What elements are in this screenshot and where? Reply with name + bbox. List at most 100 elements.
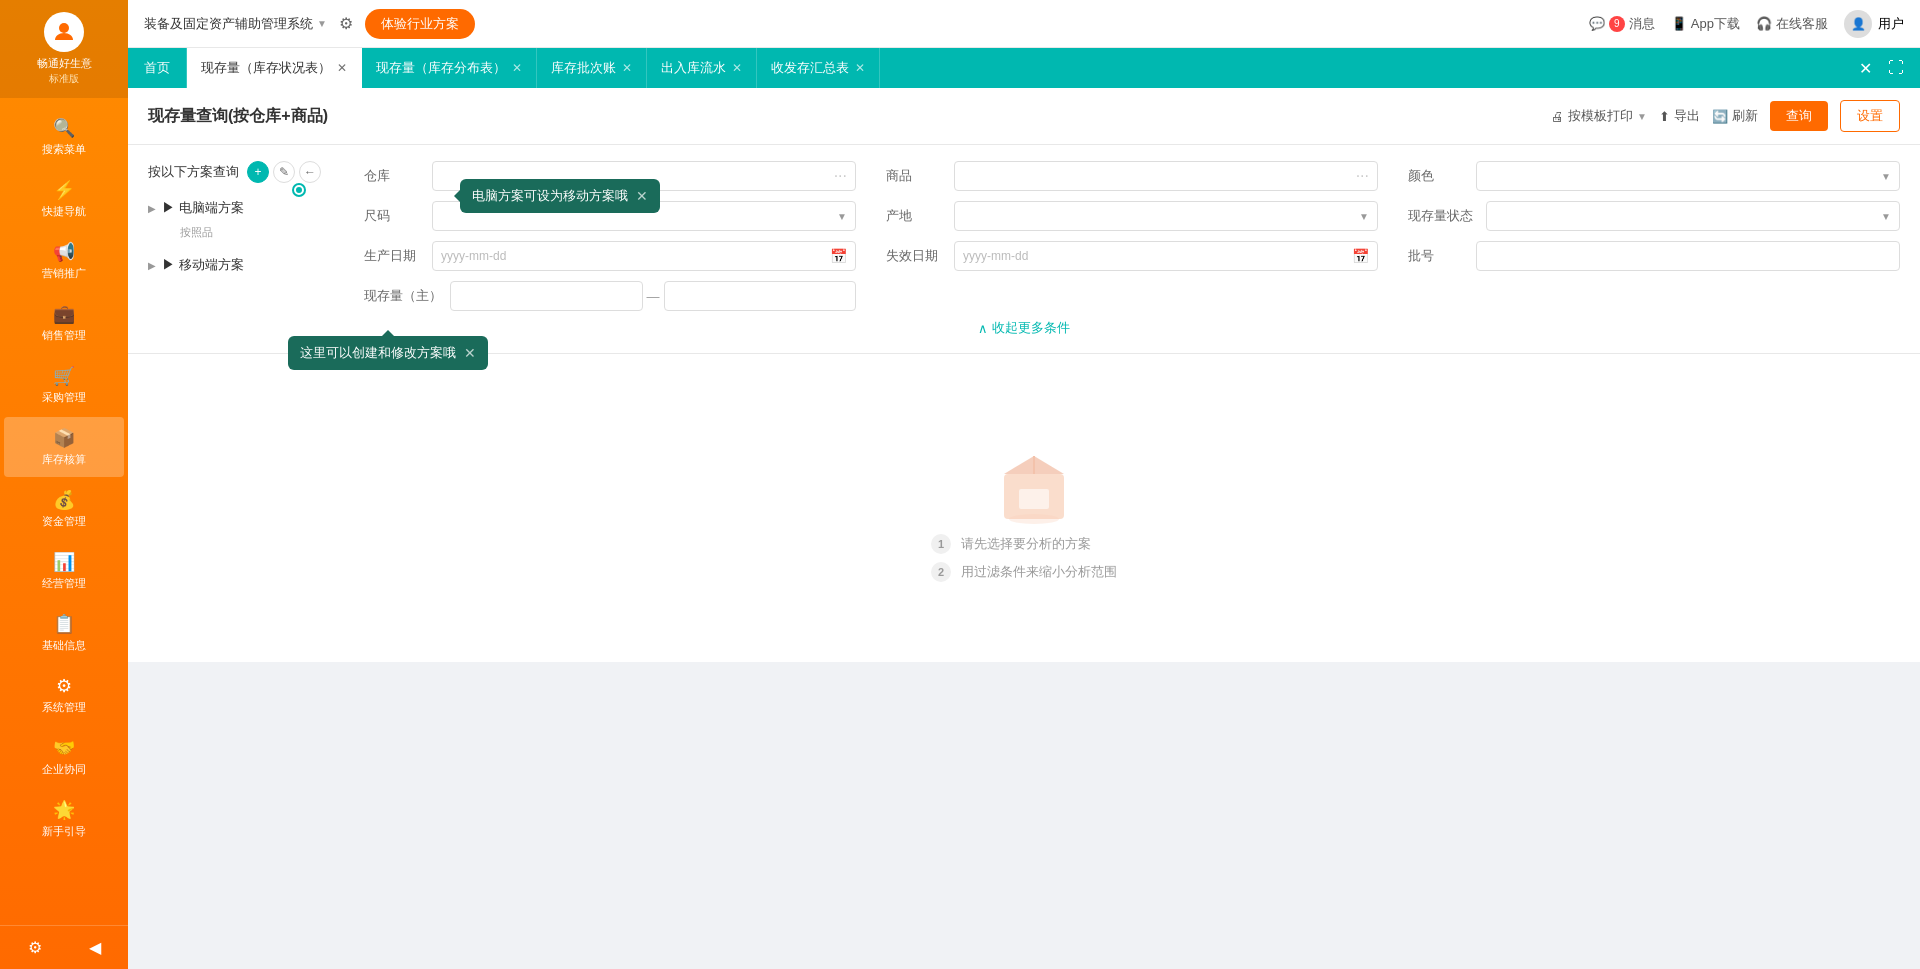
- collapse-sidebar-btn[interactable]: ◀: [85, 934, 105, 961]
- sidebar-item-search[interactable]: 🔍 搜索菜单: [4, 107, 124, 167]
- stock-state-select[interactable]: ▼: [1486, 201, 1900, 231]
- step-number-1: 1: [931, 534, 951, 554]
- print-icon: 🖨: [1551, 109, 1564, 124]
- dots-icon: ···: [834, 167, 847, 185]
- sidebar-item-marketing[interactable]: 📢 营销推广: [4, 231, 124, 291]
- tab-close-icon[interactable]: ✕: [732, 61, 742, 75]
- sidebar-item-operations[interactable]: 📊 经营管理: [4, 541, 124, 601]
- avatar-icon: 👤: [1851, 17, 1866, 31]
- message-item[interactable]: 💬 9 消息: [1589, 15, 1655, 33]
- search-icon: 🔍: [53, 117, 75, 139]
- svg-rect-3: [1019, 489, 1049, 509]
- sidebar-item-finance[interactable]: 💰 资金管理: [4, 479, 124, 539]
- stock-qty-max[interactable]: [664, 281, 857, 311]
- tab-label: 收发存汇总表: [771, 59, 849, 77]
- step-1-label: 请先选择要分析的方案: [961, 535, 1091, 553]
- empty-steps: 1 请先选择要分析的方案 2 用过滤条件来缩小分析范围: [931, 534, 1117, 582]
- filter-header-actions: + ✎ ←: [247, 161, 321, 183]
- dots-icon: ···: [1356, 167, 1369, 185]
- logo-icon: [44, 12, 84, 52]
- scheme-sub-item[interactable]: 按照品: [168, 221, 348, 244]
- tabs-bar: 首页 现存量（库存状况表） ✕ 现存量（库存分布表） ✕ 库存批次账 ✕ 出入库…: [128, 48, 1920, 88]
- settings-footer-btn[interactable]: ⚙: [24, 934, 46, 961]
- svg-point-5: [1009, 514, 1059, 524]
- empty-step-1: 1 请先选择要分析的方案: [931, 534, 1117, 554]
- tab-home[interactable]: 首页: [128, 48, 187, 88]
- user-item[interactable]: 👤 用户: [1844, 10, 1904, 38]
- sub-label: 按照品: [180, 225, 213, 240]
- query-button[interactable]: 查询: [1770, 101, 1828, 131]
- expiry-date-input[interactable]: yyyy-mm-dd 📅: [954, 241, 1378, 271]
- plus-icon: +: [254, 165, 261, 179]
- tab-home-label: 首页: [144, 59, 170, 77]
- maximize-btn[interactable]: ⛶: [1884, 55, 1908, 81]
- sidebar-item-system[interactable]: ⚙ 系统管理: [4, 665, 124, 725]
- stock-qty-min[interactable]: [450, 281, 643, 311]
- sidebar-item-basics[interactable]: 📋 基础信息: [4, 603, 124, 663]
- box-icon: 📦: [53, 427, 75, 449]
- tab-close-icon[interactable]: ✕: [512, 61, 522, 75]
- megaphone-icon: 📢: [53, 241, 75, 263]
- color-select[interactable]: ▼: [1476, 161, 1900, 191]
- sidebar-item-quicknav[interactable]: ⚡ 快捷导航: [4, 169, 124, 229]
- edit-icon: ✎: [279, 165, 289, 179]
- origin-select[interactable]: ▼: [954, 201, 1378, 231]
- scheme-tooltip: 电脑方案可设为移动方案哦 ✕: [460, 179, 660, 213]
- user-label: 用户: [1878, 15, 1904, 33]
- chevron-down-icon: ▼: [837, 211, 847, 222]
- stock-qty-label: 现存量（主）: [364, 287, 442, 305]
- export-button[interactable]: ⬆ 导出: [1659, 107, 1700, 125]
- set-button[interactable]: 设置: [1840, 100, 1900, 132]
- add-scheme-btn[interactable]: +: [247, 161, 269, 183]
- export-icon: ⬆: [1659, 109, 1670, 124]
- batch-label: 批号: [1408, 247, 1468, 265]
- scheme-tooltip-close[interactable]: ✕: [636, 188, 648, 204]
- batch-input[interactable]: [1476, 241, 1900, 271]
- online-service-item[interactable]: 🎧 在线客服: [1756, 15, 1828, 33]
- sidebar-item-inventory[interactable]: 📦 库存核算: [4, 417, 124, 477]
- expiry-date-filter: 失效日期 yyyy-mm-dd 📅: [886, 241, 1378, 271]
- tab-close-icon[interactable]: ✕: [622, 61, 632, 75]
- desktop-scheme-sub: 按照品: [168, 221, 348, 244]
- desktop-scheme-item[interactable]: ▶ ▶ 电脑端方案: [148, 195, 348, 221]
- tab-inventory-dist[interactable]: 现存量（库存分布表） ✕: [362, 48, 537, 88]
- sidebar-item-sales[interactable]: 💼 销售管理: [4, 293, 124, 353]
- step-number-2: 2: [931, 562, 951, 582]
- create-tooltip-close[interactable]: ✕: [464, 345, 476, 361]
- mobile-scheme-item[interactable]: ▶ ▶ 移动端方案: [148, 252, 348, 278]
- filter-section: 按以下方案查询 + ✎ ←: [128, 145, 1920, 354]
- tab-summary[interactable]: 收发存汇总表 ✕: [757, 48, 880, 88]
- close-all-tabs-btn[interactable]: ✕: [1855, 55, 1876, 82]
- trial-button[interactable]: 体验行业方案: [365, 9, 475, 39]
- header-left: 装备及固定资产辅助管理系统 ▼ ⚙ 体验行业方案: [144, 9, 475, 39]
- settings-gear-icon[interactable]: ⚙: [339, 14, 353, 33]
- sidebar-item-label: 系统管理: [42, 700, 86, 715]
- tab-inventory-status[interactable]: 现存量（库存状况表） ✕: [187, 48, 362, 88]
- message-label: 消息: [1629, 15, 1655, 33]
- product-select[interactable]: ···: [954, 161, 1378, 191]
- sidebar-item-enterprise[interactable]: 🤝 企业协同: [4, 727, 124, 787]
- origin-filter: 产地 ▼: [886, 201, 1378, 231]
- empty-step-2: 2 用过滤条件来缩小分析范围: [931, 562, 1117, 582]
- sidebar-item-purchase[interactable]: 🛒 采购管理: [4, 355, 124, 415]
- export-label: 导出: [1674, 107, 1700, 125]
- expiry-date-placeholder: yyyy-mm-dd: [963, 249, 1028, 263]
- refresh-button[interactable]: 🔄 刷新: [1712, 107, 1758, 125]
- system-selector[interactable]: 装备及固定资产辅助管理系统 ▼: [144, 15, 327, 33]
- tab-in-out-flow[interactable]: 出入库流水 ✕: [647, 48, 757, 88]
- tab-close-icon[interactable]: ✕: [337, 61, 347, 75]
- back-btn[interactable]: ←: [299, 161, 321, 183]
- tab-close-icon[interactable]: ✕: [855, 61, 865, 75]
- app-download-item[interactable]: 📱 App下载: [1671, 15, 1740, 33]
- color-label: 颜色: [1408, 167, 1468, 185]
- tab-batch-ledger[interactable]: 库存批次账 ✕: [537, 48, 647, 88]
- collapse-filter-btn[interactable]: ∧ 收起更多条件: [148, 311, 1900, 337]
- print-button[interactable]: 🖨 按模板打印 ▼: [1551, 107, 1647, 125]
- desktop-scheme-label: ▶ 电脑端方案: [162, 199, 244, 217]
- edit-scheme-btn[interactable]: ✎: [273, 161, 295, 183]
- sidebar-item-label: 资金管理: [42, 514, 86, 529]
- scheme-tree: ▶ ▶ 电脑端方案 按照品 ▶ ▶ 移动端方案: [148, 195, 348, 278]
- sidebar-item-guide[interactable]: 🌟 新手引导: [4, 789, 124, 849]
- production-date-input[interactable]: yyyy-mm-dd 📅: [432, 241, 856, 271]
- mobile-scheme-label: ▶ 移动端方案: [162, 256, 244, 274]
